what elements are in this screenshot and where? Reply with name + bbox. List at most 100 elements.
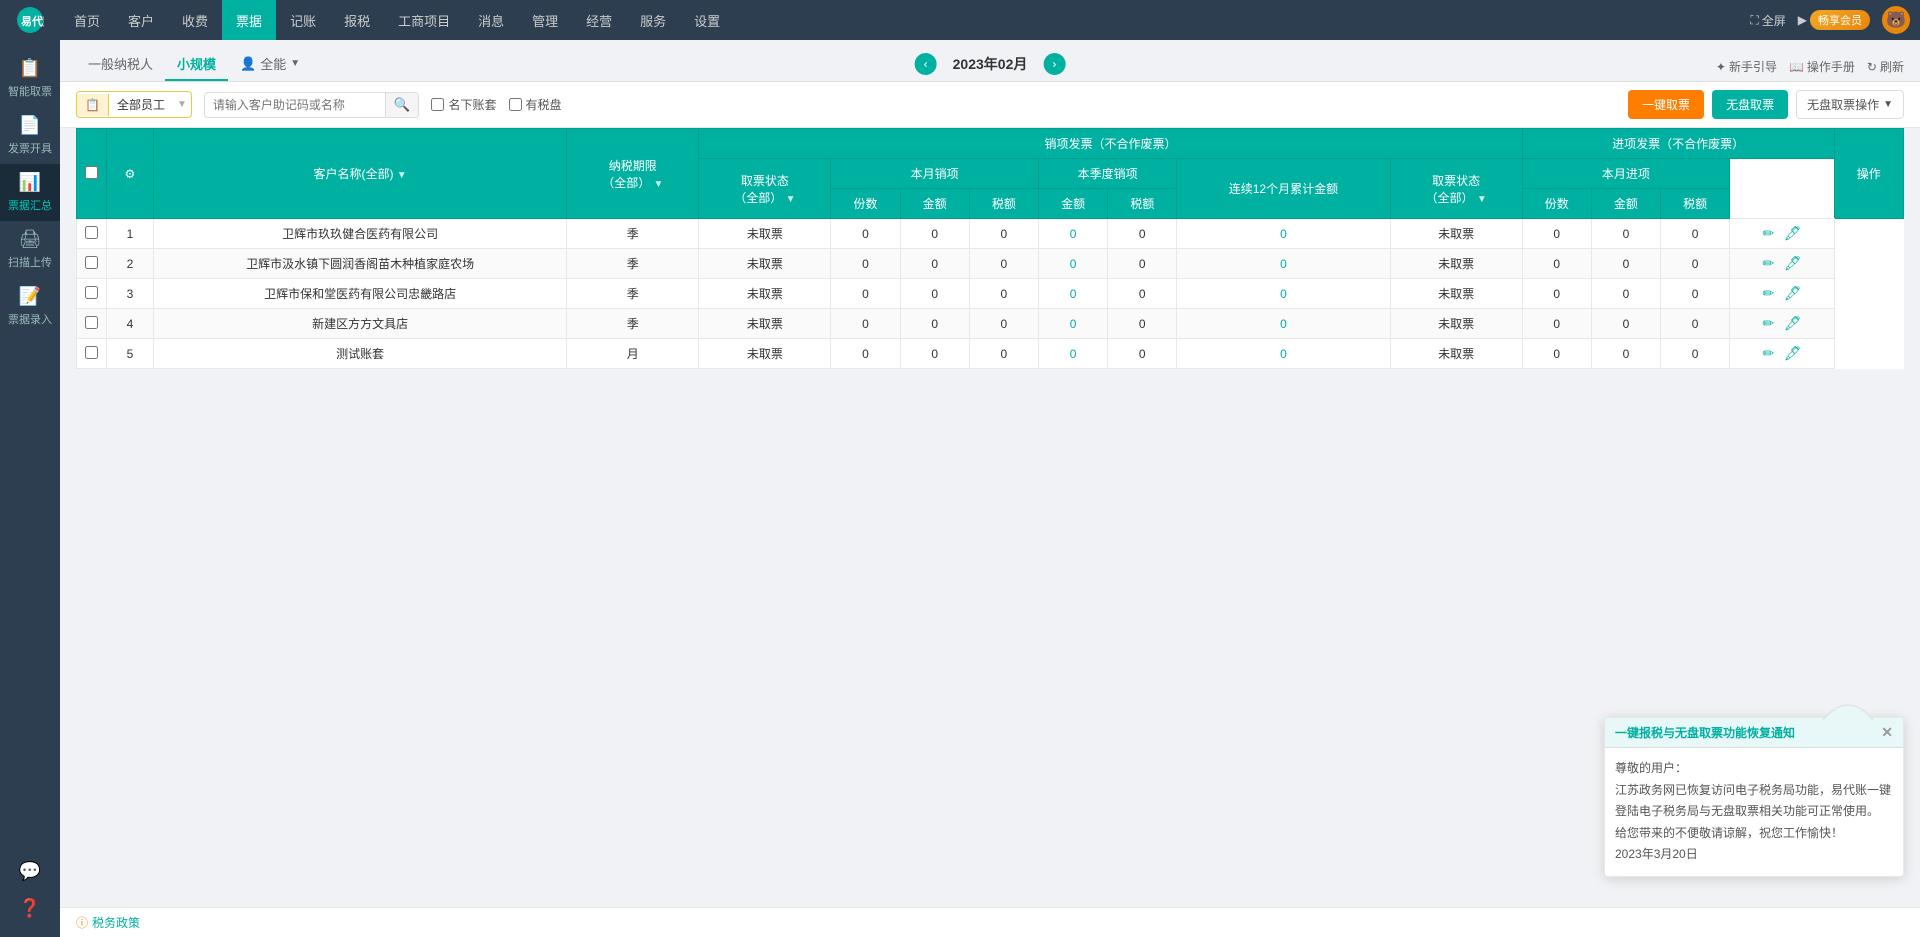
- row-monthly-purchase-count: 0: [1522, 339, 1591, 369]
- th-monthly-purchase-count: 份数: [1522, 189, 1591, 219]
- notification-close-btn[interactable]: ✕: [1881, 724, 1893, 741]
- sidebar-item-smart-ticket[interactable]: 📋 智能取票: [0, 50, 60, 107]
- row-checkbox[interactable]: [85, 346, 98, 359]
- edit-icon[interactable]: ✏: [1762, 225, 1774, 241]
- new-guide-btn[interactable]: ✦ 新手引导: [1716, 58, 1777, 75]
- row-quarterly-sales-tax: 0: [1108, 309, 1177, 339]
- row-checkbox[interactable]: [85, 286, 98, 299]
- th-quarterly-sales: 本季度销项: [1038, 159, 1176, 189]
- row-checkbox[interactable]: [85, 256, 98, 269]
- scan-upload-icon: 🖨: [19, 229, 42, 250]
- checkbox-has-tax-disk-input[interactable]: [509, 98, 522, 111]
- edit-icon[interactable]: ✏: [1762, 345, 1774, 361]
- detail-icon[interactable]: 🖋: [1784, 285, 1802, 301]
- sidebar-item-ticket-entry[interactable]: 📝 票据录入: [0, 278, 60, 335]
- row-client-name: 卫辉市保和堂医药有限公司忠畿路店: [153, 279, 566, 309]
- row-purchase-status: 未取票: [1390, 309, 1522, 339]
- nav-manage[interactable]: 管理: [518, 0, 572, 40]
- row-actions: ✏ 🖋: [1730, 309, 1834, 339]
- sidebar-item-help[interactable]: ❓: [0, 890, 60, 927]
- row-monthly-purchase-count: 0: [1522, 279, 1591, 309]
- nav-bookkeeping[interactable]: 记账: [276, 0, 330, 40]
- sales-status-filter-icon[interactable]: ▼: [786, 194, 796, 205]
- next-period-btn[interactable]: ›: [1043, 53, 1065, 75]
- employee-filter[interactable]: 📋 全部员工 ▼: [76, 91, 192, 118]
- fullscreen-btn[interactable]: ⛶ 全屏: [1750, 12, 1785, 29]
- th-monthly-purchase: 本月进项: [1522, 159, 1730, 189]
- nav-home[interactable]: 首页: [60, 0, 114, 40]
- checkbox-has-tax-disk[interactable]: 有税盘: [509, 96, 562, 113]
- detail-icon[interactable]: 🖋: [1784, 255, 1802, 271]
- row-monthly-purchase-tax: 0: [1661, 309, 1730, 339]
- nav-business[interactable]: 工商项目: [384, 0, 464, 40]
- filter-bar: 📋 全部员工 ▼ 🔍 名下账套 有税盘 一键取票 无盘取票 无盘取票操作: [60, 82, 1920, 128]
- row-tax-period: 季: [567, 249, 699, 279]
- smart-ticket-icon: 📋: [19, 58, 41, 79]
- vip-btn[interactable]: ▶ 畅享会员: [1798, 10, 1870, 30]
- employee-filter-label: 📋: [77, 94, 109, 116]
- tab-general-taxpayer[interactable]: 一般纳税人: [76, 48, 165, 81]
- prev-period-btn[interactable]: ‹: [915, 53, 937, 75]
- row-tax-period: 季: [567, 279, 699, 309]
- dropdown-chevron-icon: ▼: [1883, 99, 1893, 110]
- row-checkbox[interactable]: [85, 226, 98, 239]
- sidebar-item-chat[interactable]: 💬: [0, 853, 60, 890]
- detail-icon[interactable]: 🖋: [1784, 345, 1802, 361]
- app-logo[interactable]: 易代账: [10, 0, 50, 40]
- nav-service[interactable]: 服务: [626, 0, 680, 40]
- diskless-ticket-ops-btn[interactable]: 无盘取票操作 ▼: [1796, 90, 1904, 119]
- checkbox-subordinate-accounts[interactable]: 名下账套: [431, 96, 496, 113]
- row-sales-status: 未取票: [699, 339, 831, 369]
- checkbox-subordinate-accounts-input[interactable]: [431, 98, 444, 111]
- row-monthly-sales-count: 0: [831, 339, 900, 369]
- nav-operation[interactable]: 经营: [572, 0, 626, 40]
- row-actions: ✏ 🖋: [1730, 249, 1834, 279]
- row-sales-status: 未取票: [699, 309, 831, 339]
- purchase-status-filter-icon[interactable]: ▼: [1477, 194, 1487, 205]
- nav-message[interactable]: 消息: [464, 0, 518, 40]
- row-checkbox[interactable]: [85, 316, 98, 329]
- user-avatar[interactable]: 🐻: [1882, 6, 1910, 34]
- detail-icon[interactable]: 🖋: [1784, 225, 1802, 241]
- tab-small-scale[interactable]: 小规模: [165, 48, 228, 81]
- row-sales-status: 未取票: [699, 249, 831, 279]
- detail-icon[interactable]: 🖋: [1784, 315, 1802, 331]
- refresh-btn[interactable]: ↻ 刷新: [1867, 58, 1904, 75]
- sidebar-item-invoice-summary[interactable]: 📊 票据汇总: [0, 164, 60, 221]
- row-monthly-sales-tax: 0: [969, 249, 1038, 279]
- row-cumulative-amount: 0: [1177, 279, 1390, 309]
- row-cumulative-amount: 0: [1177, 339, 1390, 369]
- row-index: 4: [107, 309, 154, 339]
- row-quarterly-sales-amount: 0: [1038, 339, 1107, 369]
- client-name-filter-icon[interactable]: ▼: [397, 170, 407, 181]
- th-action: 操作: [1834, 129, 1903, 219]
- one-click-ticket-btn[interactable]: 一键取票: [1628, 90, 1704, 119]
- manual-btn[interactable]: 📖 操作手册: [1789, 58, 1855, 75]
- tax-policy-link[interactable]: 税务政策: [92, 914, 140, 931]
- nav-items: 首页 客户 收费 票据 记账 报税 工商项目 消息 管理 经营 服务 设置: [60, 0, 1750, 40]
- employee-filter-value[interactable]: 全部员工: [109, 92, 173, 117]
- edit-icon[interactable]: ✏: [1762, 285, 1774, 301]
- settings-icon[interactable]: ⚙: [125, 167, 136, 181]
- row-tax-period: 季: [567, 309, 699, 339]
- row-monthly-purchase-tax: 0: [1661, 279, 1730, 309]
- search-button[interactable]: 🔍: [385, 93, 419, 117]
- nav-tax[interactable]: 报税: [330, 0, 384, 40]
- nav-invoice[interactable]: 票据: [222, 0, 276, 40]
- edit-icon[interactable]: ✏: [1762, 315, 1774, 331]
- th-sales-invoice-group: 销项发票（不合作废票）: [699, 129, 1522, 159]
- edit-icon[interactable]: ✏: [1762, 255, 1774, 271]
- th-settings: ⚙: [107, 129, 154, 219]
- search-input[interactable]: [205, 94, 385, 116]
- nav-customer[interactable]: 客户: [114, 0, 168, 40]
- select-all-checkbox[interactable]: [85, 166, 98, 179]
- tax-period-filter-icon[interactable]: ▼: [654, 179, 664, 190]
- row-client-name: 卫辉市汲水镇下圆润香阁苗木种植家庭农场: [153, 249, 566, 279]
- sidebar-item-scan-upload[interactable]: 🖨 扫描上传: [0, 221, 60, 278]
- row-cumulative-amount: 0: [1177, 249, 1390, 279]
- diskless-ticket-btn[interactable]: 无盘取票: [1712, 90, 1788, 119]
- tab-all[interactable]: 👤 全能 ▼: [228, 48, 312, 81]
- sidebar-item-invoice-open[interactable]: 📄 发票开具: [0, 107, 60, 164]
- nav-fee[interactable]: 收费: [168, 0, 222, 40]
- nav-settings[interactable]: 设置: [680, 0, 734, 40]
